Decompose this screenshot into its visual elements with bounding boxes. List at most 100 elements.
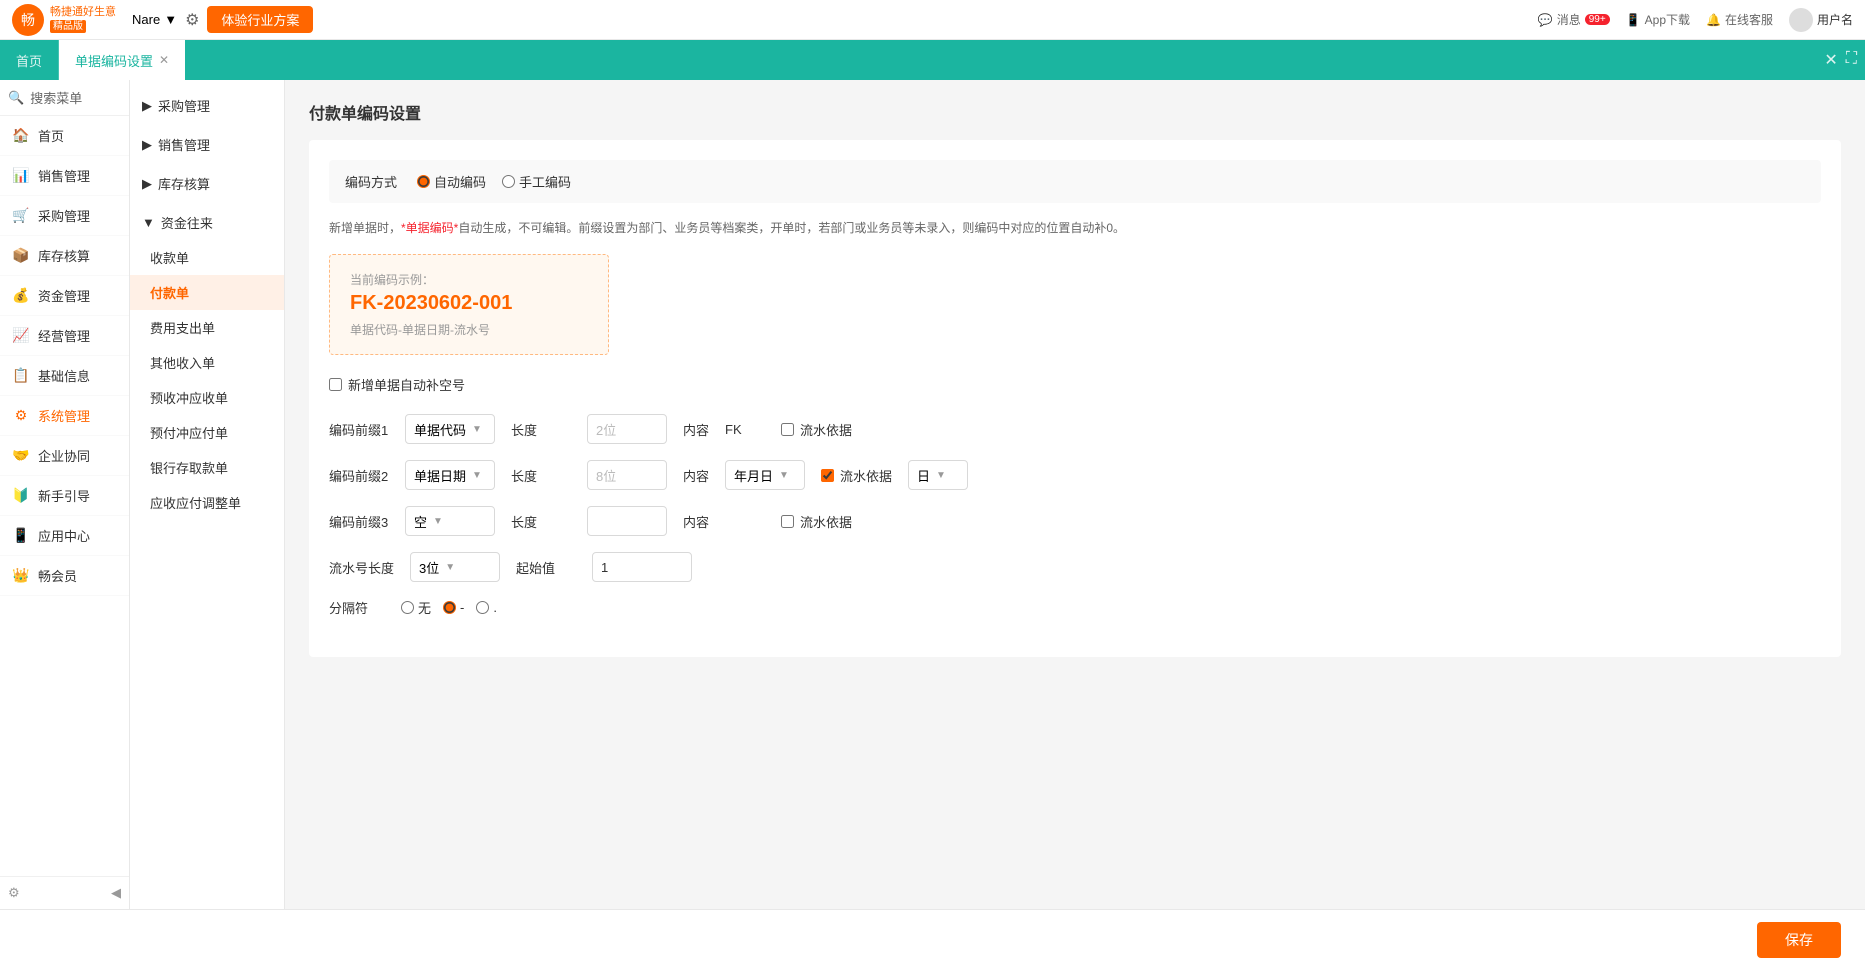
sec-group-inventory-arrow: ▶ <box>142 176 152 192</box>
prefix2-content-arrow: ▼ <box>779 470 789 481</box>
example-desc: 单据代码-单据日期-流水号 <box>350 321 588 338</box>
auto-encode-radio[interactable] <box>417 175 430 188</box>
guide-icon: 🔰 <box>12 487 30 505</box>
separator-none-option[interactable]: 无 <box>401 598 431 617</box>
sec-sidebar-item-prepay-payable[interactable]: 预付冲应付单 <box>130 415 284 450</box>
prefix3-serial-check: 流水依据 <box>781 512 852 531</box>
sidebar-item-cooperation[interactable]: 🤝 企业协同 <box>0 436 129 476</box>
expand-icon[interactable]: ⛶ <box>1846 50 1857 70</box>
separator-dot-label: . <box>493 600 497 615</box>
sidebar-item-home-label: 首页 <box>38 126 64 145</box>
prefix2-content-select[interactable]: 年月日 ▼ <box>725 460 805 490</box>
user-name: 用户名 <box>1817 11 1853 28</box>
tab-bar: 首页 单据编码设置 ✕ ✕ ⛶ <box>0 40 1865 80</box>
prefix3-serial-checkbox[interactable] <box>781 515 794 528</box>
message-item[interactable]: 💬 消息 99+ <box>1538 11 1610 28</box>
separator-dot-option[interactable]: . <box>476 600 497 615</box>
settings-icon[interactable]: ⚙ <box>185 10 199 30</box>
sidebar-item-sales[interactable]: 📊 销售管理 <box>0 156 129 196</box>
prefix2-serial-checkbox[interactable] <box>821 469 834 482</box>
sec-group-finance-title[interactable]: ▼ 资金往来 <box>130 205 284 240</box>
manual-encode-radio[interactable] <box>502 175 515 188</box>
prefix3-serial-label: 流水依据 <box>800 512 852 531</box>
separator-none-radio[interactable] <box>401 601 414 614</box>
serial-row: 流水号长度 3位 ▼ 起始值 <box>329 552 1821 582</box>
sidebar-item-purchase[interactable]: 🛒 采购管理 <box>0 196 129 236</box>
prefix3-row: 编码前缀3 空 ▼ 长度 内容 流水依据 <box>329 506 1821 536</box>
online-service-label: 在线客服 <box>1725 11 1773 28</box>
prefix1-select[interactable]: 单据代码 ▼ <box>405 414 495 444</box>
serial-start-input[interactable] <box>592 552 692 582</box>
serial-length-value: 3位 <box>419 558 439 577</box>
sec-sidebar-item-payment[interactable]: 付款单 <box>130 275 284 310</box>
sidebar-item-operation-label: 经营管理 <box>38 326 90 345</box>
workspace-name: Nare <box>132 12 160 27</box>
experience-btn[interactable]: 体验行业方案 <box>207 6 313 33</box>
prefix2-length-label: 长度 <box>511 466 571 485</box>
sec-group-purchase-title[interactable]: ▶ 采购管理 <box>130 88 284 123</box>
sec-group-inventory-title[interactable]: ▶ 库存核算 <box>130 166 284 201</box>
sidebar-item-inventory-label: 库存核算 <box>38 246 90 265</box>
sec-sidebar-item-expense[interactable]: 费用支出单 <box>130 310 284 345</box>
auto-encode-label: 自动编码 <box>434 172 486 191</box>
serial-length-select[interactable]: 3位 ▼ <box>410 552 500 582</box>
sec-sidebar-item-prepay-receivable[interactable]: 预收冲应收单 <box>130 380 284 415</box>
separator-dot-radio[interactable] <box>476 601 489 614</box>
encode-method-row: 编码方式 自动编码 手工编码 <box>329 160 1821 203</box>
prefix2-serial-check: 流水依据 <box>821 466 892 485</box>
example-box: 当前编码示例： FK-20230602-001 单据代码-单据日期-流水号 <box>329 254 609 355</box>
sidebar-item-basic-info[interactable]: 📋 基础信息 <box>0 356 129 396</box>
prefix3-select[interactable]: 空 ▼ <box>405 506 495 536</box>
content-card: 编码方式 自动编码 手工编码 新增单据时，*单据编码*自动生成，不可编辑。前缀设… <box>309 140 1841 657</box>
sec-group-sales-title[interactable]: ▶ 销售管理 <box>130 127 284 162</box>
auto-encode-option[interactable]: 自动编码 <box>417 172 486 191</box>
prefix3-length-input[interactable] <box>587 506 667 536</box>
app-download-item[interactable]: 📱 App下载 <box>1626 11 1690 28</box>
separator-dash-radio[interactable] <box>443 601 456 614</box>
sidebar-item-finance[interactable]: 💰 资金管理 <box>0 276 129 316</box>
sec-sidebar-item-receipt[interactable]: 收款单 <box>130 240 284 275</box>
sec-sidebar-item-bank[interactable]: 银行存取款单 <box>130 450 284 485</box>
sidebar-item-system-label: 系统管理 <box>38 406 90 425</box>
prefix2-select[interactable]: 单据日期 ▼ <box>405 460 495 490</box>
footer-collapse-icon[interactable]: ◀ <box>111 885 121 901</box>
sec-sidebar-item-other-income[interactable]: 其他收入单 <box>130 345 284 380</box>
sidebar-item-sales-label: 销售管理 <box>38 166 90 185</box>
online-service-item[interactable]: 🔔 在线客服 <box>1706 11 1773 28</box>
workspace-dropdown[interactable]: Nare ▼ <box>132 12 177 27</box>
save-button[interactable]: 保存 <box>1757 922 1841 958</box>
sec-sidebar-item-other-income-label: 其他收入单 <box>150 356 215 371</box>
prefix1-length-input[interactable] <box>587 414 667 444</box>
separator-dash-option[interactable]: - <box>443 600 464 615</box>
sidebar-search[interactable]: 🔍 搜索菜单 <box>0 80 129 116</box>
sidebar-item-guide[interactable]: 🔰 新手引导 <box>0 476 129 516</box>
prefix2-serial-option-select[interactable]: 日 ▼ <box>908 460 968 490</box>
home-icon: 🏠 <box>12 127 30 145</box>
sec-sidebar-item-bank-label: 银行存取款单 <box>150 461 228 476</box>
prefix2-length-input[interactable] <box>587 460 667 490</box>
sidebar-item-cooperation-label: 企业协同 <box>38 446 90 465</box>
sidebar-item-app-center[interactable]: 📱 应用中心 <box>0 516 129 556</box>
sidebar-item-home[interactable]: 🏠 首页 <box>0 116 129 156</box>
tab-home[interactable]: 首页 <box>0 40 59 80</box>
sidebar-item-inventory[interactable]: 📦 库存核算 <box>0 236 129 276</box>
manual-encode-option[interactable]: 手工编码 <box>502 172 571 191</box>
sidebar-item-system[interactable]: ⚙ 系统管理 <box>0 396 129 436</box>
sec-group-finance-arrow: ▼ <box>142 215 155 230</box>
sidebar-item-member[interactable]: 👑 畅会员 <box>0 556 129 596</box>
prefix2-row: 编码前缀2 单据日期 ▼ 长度 内容 年月日 ▼ 流水依据 日 <box>329 460 1821 490</box>
prefix1-serial-checkbox[interactable] <box>781 423 794 436</box>
sec-group-sales-label: 销售管理 <box>158 135 210 154</box>
sec-sidebar-item-adjustment[interactable]: 应收应付调整单 <box>130 485 284 520</box>
auto-fill-checkbox[interactable] <box>329 378 342 391</box>
user-info[interactable]: 用户名 <box>1789 8 1853 32</box>
tab-code-settings[interactable]: 单据编码设置 ✕ <box>59 40 185 80</box>
prefix1-row: 编码前缀1 单据代码 ▼ 长度 内容 FK 流水依据 <box>329 414 1821 444</box>
tab-close-icon[interactable]: ✕ <box>159 53 169 67</box>
system-icon: ⚙ <box>12 407 30 425</box>
tab-home-label: 首页 <box>16 51 42 70</box>
sidebar-item-operation[interactable]: 📈 经营管理 <box>0 316 129 356</box>
app-icon: 📱 <box>1626 13 1641 27</box>
footer-settings-icon[interactable]: ⚙ <box>8 885 20 901</box>
close-window-icon[interactable]: ✕ <box>1824 50 1837 70</box>
